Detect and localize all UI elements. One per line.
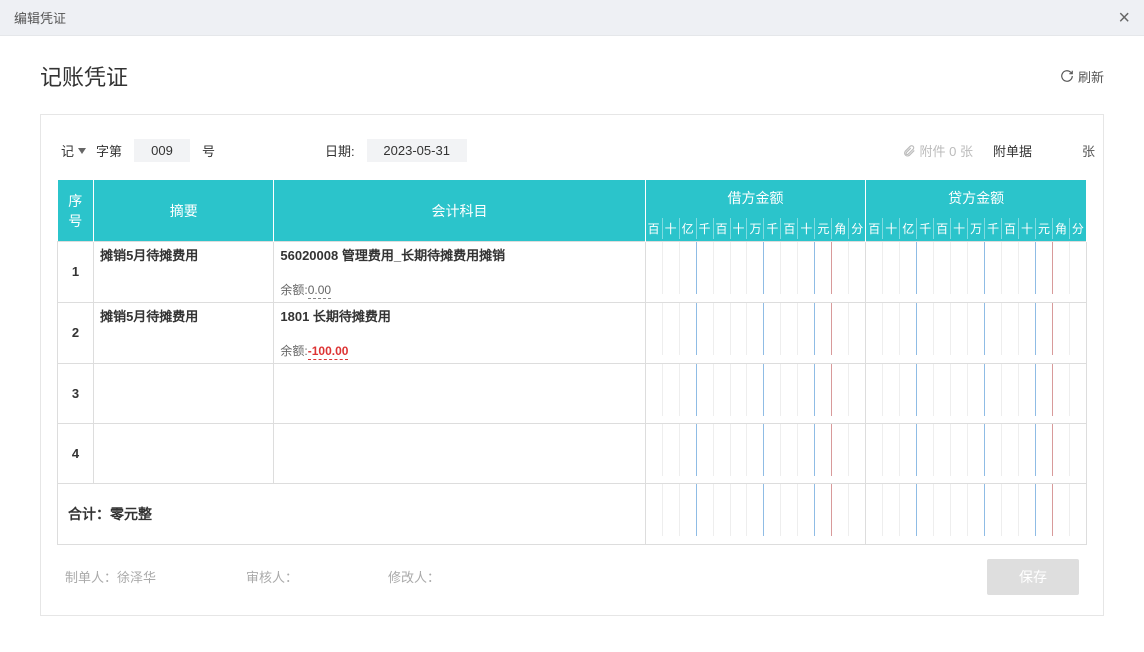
credit-cell[interactable] [866, 423, 1087, 483]
debit-digit-header: 百十亿千百十万千百十元角分 [645, 216, 866, 242]
row-index: 2 [58, 302, 94, 363]
credit-cell[interactable] [866, 363, 1087, 423]
account-cell[interactable]: 56020008 管理费用_长期待摊费用摊销余额:0.00 [274, 242, 645, 303]
attachment-file-label: 附件 0 张 [920, 141, 973, 160]
summary-cell[interactable] [94, 363, 274, 423]
voucher-type-select[interactable]: 记 [57, 141, 90, 160]
auditor-field: 审核人： [246, 567, 298, 586]
account-cell[interactable] [274, 423, 645, 483]
credit-cell[interactable] [866, 242, 1087, 303]
table-row[interactable]: 3 [58, 363, 1087, 423]
credit-cell[interactable] [866, 302, 1087, 363]
voucher-type-label: 记 [61, 141, 74, 160]
credit-digit-header: 百十亿千百十万千百十元角分 [866, 216, 1087, 242]
date-input[interactable]: 2023-05-31 [367, 139, 467, 162]
refresh-icon [1060, 69, 1074, 83]
table-row[interactable]: 1摊销5月待摊费用56020008 管理费用_长期待摊费用摊销余额:0.00 [58, 242, 1087, 303]
voucher-suffix: 号 [202, 141, 215, 160]
summary-cell[interactable]: 摊销5月待摊费用 [94, 242, 274, 303]
row-index: 3 [58, 363, 94, 423]
table-row[interactable]: 4 [58, 423, 1087, 483]
save-button[interactable]: 保存 [987, 559, 1079, 595]
modal-title: 编辑凭证 [14, 8, 66, 27]
page-title: 记账凭证 [40, 60, 128, 92]
voucher-number-input[interactable]: 009 [134, 139, 190, 162]
attachment-slip-input[interactable] [1036, 143, 1082, 159]
col-summary: 摘要 [94, 180, 274, 242]
voucher-card: 记 字第 009 号 日期: 2023-05-31 附件 0 张 附单据 [40, 114, 1104, 616]
col-credit: 贷方金额 [866, 180, 1087, 216]
voucher-table: 序号 摘要 会计科目 借方金额 贷方金额 百十亿千百十万千百十元角分 百十亿千百… [57, 180, 1087, 545]
modifier-field: 修改人： [388, 567, 440, 586]
maker-field: 制单人：徐泽华 [65, 567, 156, 586]
col-idx: 序号 [58, 180, 94, 242]
refresh-label: 刷新 [1078, 67, 1104, 86]
debit-cell[interactable] [645, 302, 866, 363]
modal-header: 编辑凭证 × [0, 0, 1144, 36]
col-debit: 借方金额 [645, 180, 866, 216]
attachment-file-link[interactable]: 附件 0 张 [902, 141, 973, 160]
paperclip-icon [902, 144, 916, 158]
summary-cell[interactable]: 摊销5月待摊费用 [94, 302, 274, 363]
attachment-unit: 张 [1082, 141, 1095, 160]
refresh-button[interactable]: 刷新 [1060, 67, 1104, 86]
debit-cell[interactable] [645, 363, 866, 423]
row-index: 4 [58, 423, 94, 483]
summary-cell[interactable] [94, 423, 274, 483]
voucher-prefix: 字第 [96, 141, 122, 160]
date-label: 日期: [325, 141, 355, 160]
debit-cell[interactable] [645, 423, 866, 483]
close-icon[interactable]: × [1118, 8, 1130, 28]
chevron-down-icon [78, 148, 86, 154]
total-credit [866, 483, 1087, 544]
attachment-slip-label: 附单据 [993, 141, 1032, 160]
total-label: 合计：零元整 [68, 506, 152, 522]
account-cell[interactable]: 1801 长期待摊费用余额:-100.00 [274, 302, 645, 363]
row-index: 1 [58, 242, 94, 303]
table-row[interactable]: 2摊销5月待摊费用1801 长期待摊费用余额:-100.00 [58, 302, 1087, 363]
total-debit [645, 483, 866, 544]
debit-cell[interactable] [645, 242, 866, 303]
account-cell[interactable] [274, 363, 645, 423]
col-account: 会计科目 [274, 180, 645, 242]
